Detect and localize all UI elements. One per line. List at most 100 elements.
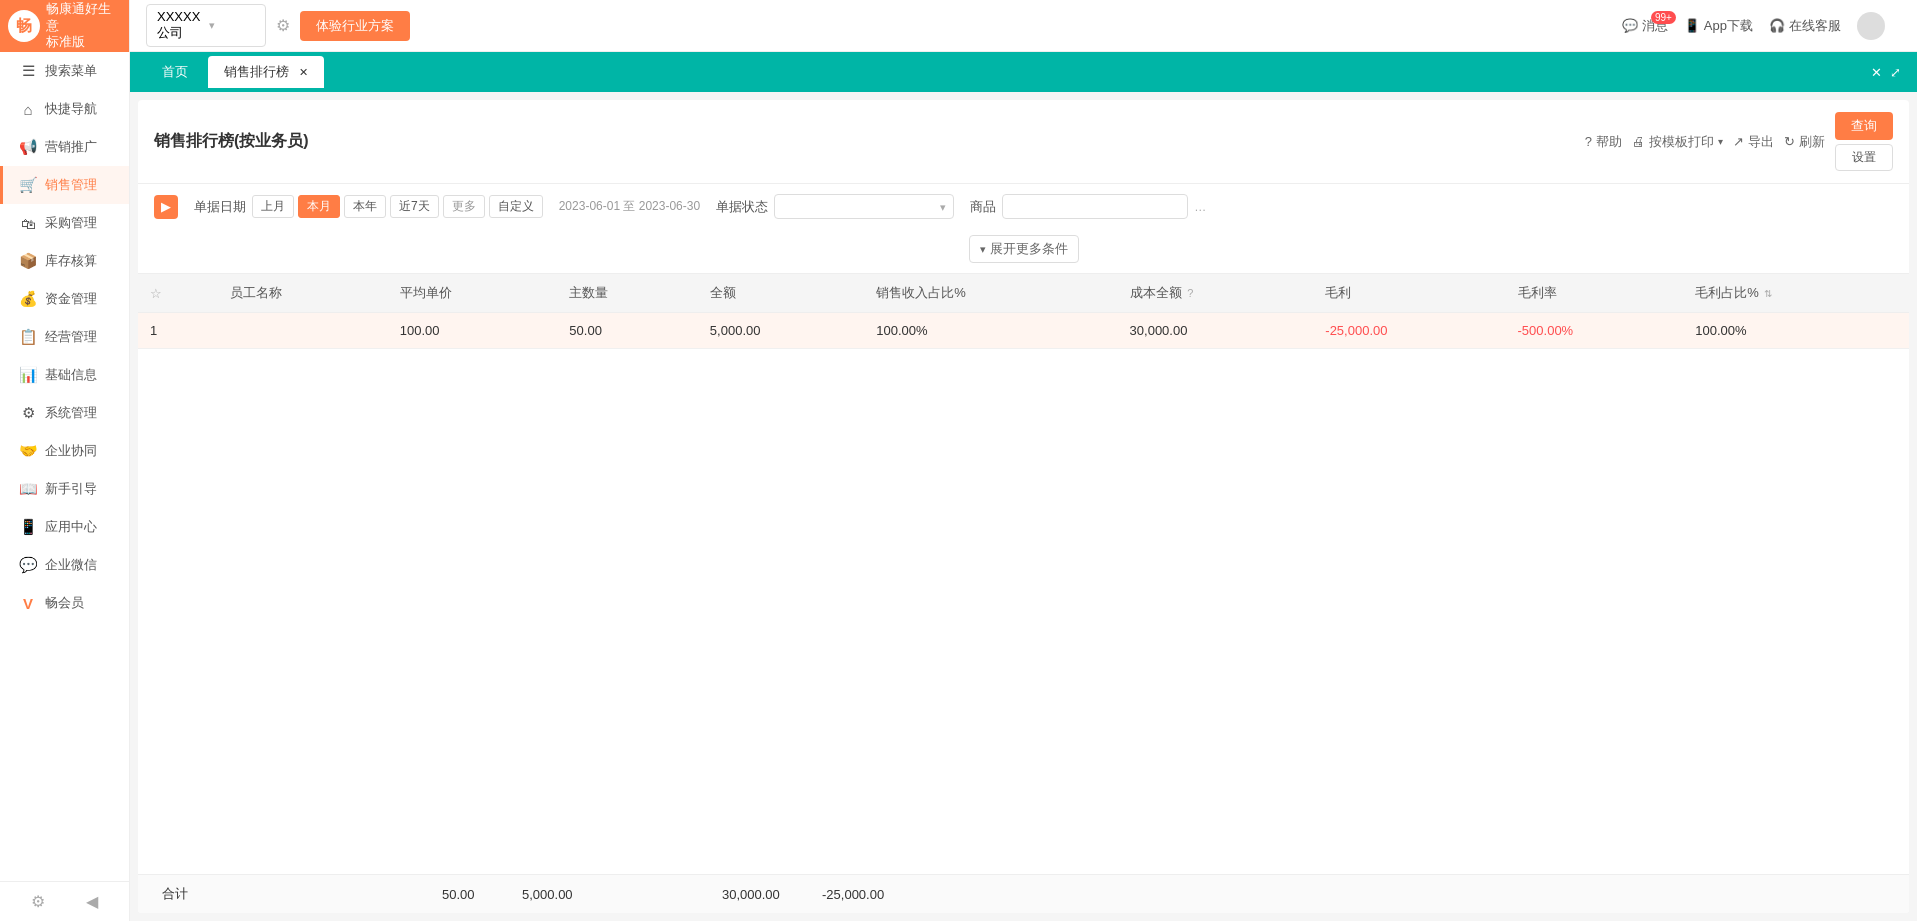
sidebar-item-operations[interactable]: 📋 经营管理 xyxy=(0,318,129,356)
online-service-btn[interactable]: 🎧 在线客服 xyxy=(1769,17,1841,35)
query-button[interactable]: 查询 xyxy=(1835,112,1893,140)
tab-home[interactable]: 首页 xyxy=(146,56,204,88)
trial-button[interactable]: 体验行业方案 xyxy=(300,11,410,41)
help-link[interactable]: ? 帮助 xyxy=(1585,133,1622,151)
page-title: 销售排行榜(按业务员) xyxy=(154,131,1585,152)
sidebar-item-sales-mgmt[interactable]: 🛒 销售管理 xyxy=(0,166,129,204)
cell-sales-pct: 100.00% xyxy=(864,313,1117,349)
sidebar-item-enterprise-collab[interactable]: 🤝 企业协同 xyxy=(0,432,129,470)
th-rank[interactable]: ☆ xyxy=(138,274,218,313)
app-download-btn[interactable]: 📱 App下载 xyxy=(1684,17,1753,35)
goods-more-icon[interactable]: … xyxy=(1194,200,1206,214)
last-7days-btn[interactable]: 近7天 xyxy=(390,195,439,218)
expand-conditions-btn[interactable]: ▾ 展开更多条件 xyxy=(969,235,1079,263)
custom-btn[interactable]: 自定义 xyxy=(489,195,543,218)
footer-cost: 30,000.00 xyxy=(710,887,810,902)
print-icon: 🖨 xyxy=(1632,134,1645,149)
sidebar-item-vip[interactable]: V 畅会员 xyxy=(0,584,129,622)
footer-qty: 50.00 xyxy=(430,887,510,902)
goods-label: 商品 xyxy=(970,198,996,216)
message-icon: 💬 xyxy=(1622,18,1638,33)
tab-bar-right: ✕ ⤢ xyxy=(1871,65,1901,80)
operations-icon: 📋 xyxy=(19,328,37,346)
headset-icon: 🎧 xyxy=(1769,18,1785,33)
th-gross-pct: 毛利占比% ⇅ xyxy=(1683,274,1909,313)
cost-help-icon[interactable]: ? xyxy=(1187,287,1193,299)
quick-nav-icon: ⌂ xyxy=(19,101,37,118)
cell-rank: 1 xyxy=(138,313,218,349)
more-btn[interactable]: 更多 xyxy=(443,195,485,218)
message-badge: 99+ xyxy=(1651,11,1676,24)
content-area: 销售排行榜(按业务员) ? 帮助 🖨 按模板打印 ▾ ↗ 导出 xyxy=(130,92,1917,921)
goods-input[interactable] xyxy=(1002,194,1188,219)
settings-button[interactable]: 设置 xyxy=(1835,144,1893,171)
sidebar-settings-icon[interactable]: ⚙ xyxy=(31,892,45,911)
close-window-icon[interactable]: ✕ xyxy=(1871,65,1882,80)
company-selector[interactable]: XXXXX公司 ▾ xyxy=(146,4,266,47)
sidebar-item-inventory[interactable]: 📦 库存核算 xyxy=(0,242,129,280)
cell-avg-price: 100.00 xyxy=(388,313,558,349)
sidebar-item-finance[interactable]: 💰 资金管理 xyxy=(0,280,129,318)
refresh-icon: ↻ xyxy=(1784,134,1795,149)
th-gross-rate: 毛利率 xyxy=(1506,274,1684,313)
tab-sales-ranking[interactable]: 销售排行榜 ✕ xyxy=(208,56,324,88)
status-select-wrapper xyxy=(774,194,954,219)
sidebar-item-app-center[interactable]: 📱 应用中心 xyxy=(0,508,129,546)
query-settings-area: 查询 设置 xyxy=(1835,112,1893,171)
refresh-btn[interactable]: ↻ 刷新 xyxy=(1784,133,1825,151)
avatar[interactable] xyxy=(1857,12,1885,40)
maximize-icon[interactable]: ⤢ xyxy=(1890,65,1901,80)
sidebar-item-beginner-guide[interactable]: 📖 新手引导 xyxy=(0,470,129,508)
sidebar-item-marketing[interactable]: 📢 营销推广 xyxy=(0,128,129,166)
sidebar-item-enterprise-wechat[interactable]: 💬 企业微信 xyxy=(0,546,129,584)
sidebar-collapse-icon[interactable]: ◀ xyxy=(86,892,98,911)
top-header: XXXXX公司 ▾ ⚙ 体验行业方案 💬 消息 99+ 📱 App下载 🎧 在线… xyxy=(130,0,1917,52)
logo-area: 畅 畅康通好生意 标准版 xyxy=(0,0,129,52)
print-dropdown-btn[interactable]: 🖨 按模板打印 ▾ xyxy=(1632,133,1723,151)
chevron-down-icon: ▾ xyxy=(980,243,986,256)
footer-label: 合计 xyxy=(150,885,350,903)
gross-pct-sort-icon[interactable]: ⇅ xyxy=(1764,288,1772,299)
app-center-icon: 📱 xyxy=(19,518,37,536)
chevron-down-icon: ▾ xyxy=(209,19,255,32)
beginner-guide-icon: 📖 xyxy=(19,480,37,498)
footer-amount: 5,000.00 xyxy=(510,887,610,902)
cell-gross: -25,000.00 xyxy=(1313,313,1505,349)
status-select[interactable] xyxy=(774,194,954,219)
sidebar-item-system-mgmt[interactable]: ⚙ 系统管理 xyxy=(0,394,129,432)
print-chevron-icon: ▾ xyxy=(1718,136,1723,147)
sidebar-item-purchase-mgmt[interactable]: 🛍 采购管理 xyxy=(0,204,129,242)
help-icon: ? xyxy=(1585,134,1592,149)
tab-close-icon[interactable]: ✕ xyxy=(299,66,308,79)
marketing-icon: 📢 xyxy=(19,138,37,156)
sidebar-footer: ⚙ ◀ xyxy=(0,881,129,921)
filter-row: ▶ 单据日期 上月 本月 本年 近7天 更多 自定义 2023-06-01 至 … xyxy=(154,194,1893,219)
message-btn[interactable]: 💬 消息 99+ xyxy=(1622,17,1668,35)
page-actions: ? 帮助 🖨 按模板打印 ▾ ↗ 导出 ↻ 刷新 xyxy=(1585,112,1893,171)
cur-year-btn[interactable]: 本年 xyxy=(344,195,386,218)
date-label: 单据日期 xyxy=(194,198,246,216)
search-order-icon: ☰ xyxy=(19,62,37,80)
prev-month-btn[interactable]: 上月 xyxy=(252,195,294,218)
sidebar: 畅 畅康通好生意 标准版 ☰ 搜索菜单 ⌂ 快捷导航 📢 营销推广 🛒 销售管理… xyxy=(0,0,130,921)
date-range-display: 2023-06-01 至 2023-06-30 xyxy=(559,198,700,215)
filter-toggle-arrow[interactable]: ▶ xyxy=(154,195,178,219)
goods-filter: 商品 … xyxy=(970,194,1206,219)
settings-gear-icon[interactable]: ⚙ xyxy=(276,16,290,35)
cell-qty: 50.00 xyxy=(557,313,698,349)
table-row: 1 100.00 50.00 5,000.00 100.00% 30,000.0… xyxy=(138,313,1909,349)
th-sales-pct: 销售收入占比% xyxy=(864,274,1117,313)
logo-icon: 畅 xyxy=(8,10,40,42)
cur-month-btn[interactable]: 本月 xyxy=(298,195,340,218)
export-btn[interactable]: ↗ 导出 xyxy=(1733,133,1774,151)
sidebar-item-search-order[interactable]: ☰ 搜索菜单 xyxy=(0,52,129,90)
th-qty: 主数量 xyxy=(557,274,698,313)
system-mgmt-icon: ⚙ xyxy=(19,404,37,422)
th-cost: 成本全额 ? xyxy=(1118,274,1314,313)
export-icon: ↗ xyxy=(1733,134,1744,149)
vip-icon: V xyxy=(19,595,37,612)
cell-gross-pct: 100.00% xyxy=(1683,313,1909,349)
sidebar-item-basic-info[interactable]: 📊 基础信息 xyxy=(0,356,129,394)
footer-row: 合计 50.00 5,000.00 30,000.00 -25,000.00 xyxy=(150,885,1897,903)
sidebar-item-quick-nav[interactable]: ⌂ 快捷导航 xyxy=(0,90,129,128)
